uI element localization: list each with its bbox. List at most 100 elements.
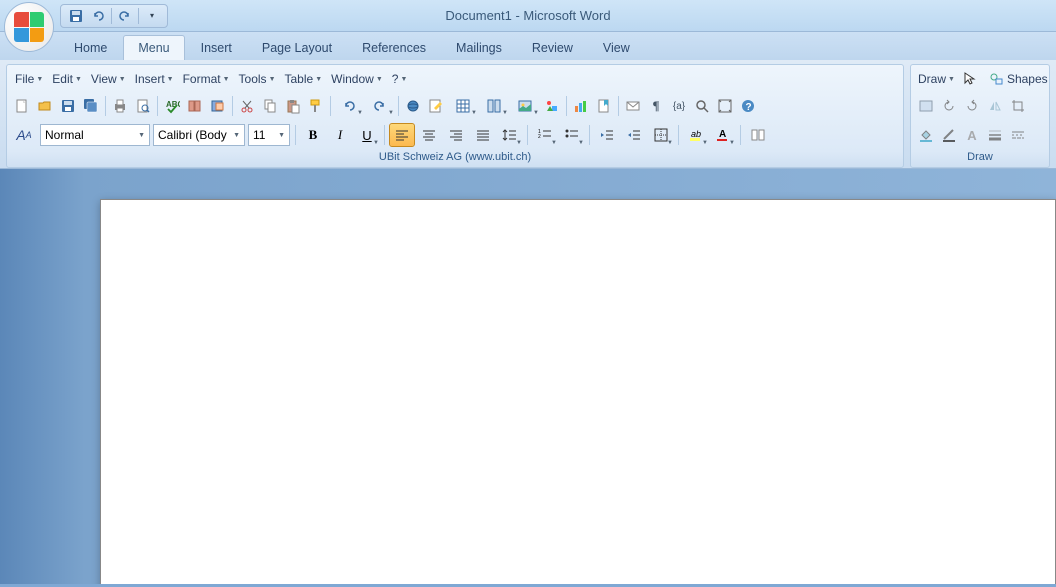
underline-button[interactable]: U▼ xyxy=(355,124,379,146)
draw-menu-row: Draw ▼ Shapes xyxy=(915,68,1045,90)
draw-menu-button[interactable]: Draw ▼ xyxy=(915,70,958,88)
cut-button[interactable] xyxy=(236,95,258,117)
office-logo-icon xyxy=(14,12,44,42)
font-size-dropdown[interactable]: 11▼ xyxy=(248,124,290,146)
reading-layout-button[interactable] xyxy=(746,124,770,146)
save-all-button[interactable] xyxy=(80,95,102,117)
copy-button[interactable] xyxy=(259,95,281,117)
paragraph-marks-button[interactable]: ¶ xyxy=(645,95,667,117)
italic-button[interactable]: I xyxy=(328,124,352,146)
draw-rotate-left-button[interactable] xyxy=(938,95,960,117)
line-color-button[interactable] xyxy=(938,124,960,146)
menu-edit[interactable]: Edit▼ xyxy=(48,70,86,88)
tab-menu[interactable]: Menu xyxy=(123,35,184,60)
qat-customize-button[interactable]: ▾ xyxy=(143,7,161,25)
fullscreen-button[interactable] xyxy=(714,95,736,117)
document-page[interactable] xyxy=(100,199,1056,584)
align-center-button[interactable] xyxy=(417,124,441,146)
tab-review[interactable]: Review xyxy=(518,36,587,60)
borders-button[interactable]: ▼ xyxy=(649,124,673,146)
qat-separator xyxy=(138,8,139,24)
font-color-button[interactable]: A▼ xyxy=(711,124,735,146)
research-button[interactable] xyxy=(184,95,206,117)
formatting-toolbar: AA Normal▼ Calibri (Body▼ 11▼ B I U▼ ▼ 1… xyxy=(11,122,899,148)
help-button[interactable]: ? xyxy=(737,95,759,117)
align-right-button[interactable] xyxy=(444,124,468,146)
qat-save-button[interactable] xyxy=(67,7,85,25)
paste-button[interactable] xyxy=(282,95,304,117)
draw-rotate-right-button[interactable] xyxy=(961,95,983,117)
menu-view[interactable]: View▼ xyxy=(87,70,130,88)
tab-mailings[interactable]: Mailings xyxy=(442,36,516,60)
menu-table[interactable]: Table▼ xyxy=(281,70,327,88)
menu-window[interactable]: Window▼ xyxy=(327,70,387,88)
font-dropdown[interactable]: Calibri (Body▼ xyxy=(153,124,245,146)
draw-img1-button[interactable] xyxy=(915,95,937,117)
tab-home[interactable]: Home xyxy=(60,36,121,60)
fill-color-button[interactable] xyxy=(915,124,937,146)
ribbon-tabs: Home Menu Insert Page Layout References … xyxy=(0,32,1056,60)
document-canvas[interactable] xyxy=(0,169,1056,584)
columns-button[interactable]: ▼ xyxy=(479,95,509,117)
highlight-button[interactable]: ab▼ xyxy=(684,124,708,146)
tab-page-layout[interactable]: Page Layout xyxy=(248,36,346,60)
draw-flip-button[interactable] xyxy=(984,95,1006,117)
group-footer-draw[interactable]: Draw xyxy=(915,149,1045,165)
picture-button[interactable]: ▼ xyxy=(510,95,540,117)
qat-undo-button[interactable] xyxy=(89,7,107,25)
open-button[interactable] xyxy=(34,95,56,117)
print-preview-button[interactable] xyxy=(132,95,154,117)
increase-indent-button[interactable] xyxy=(622,124,646,146)
tab-references[interactable]: References xyxy=(348,36,440,60)
decrease-indent-button[interactable] xyxy=(595,124,619,146)
svg-text:ab: ab xyxy=(691,129,701,139)
tab-insert[interactable]: Insert xyxy=(187,36,246,60)
text-color-button[interactable]: A xyxy=(961,124,983,146)
chart-button[interactable] xyxy=(570,95,592,117)
new-doc-button[interactable] xyxy=(11,95,33,117)
edit-button[interactable] xyxy=(425,95,447,117)
line-style-button[interactable] xyxy=(1007,124,1029,146)
format-painter-button[interactable] xyxy=(305,95,327,117)
line-weight-button[interactable] xyxy=(984,124,1006,146)
spelling-button[interactable]: ABC xyxy=(161,95,183,117)
thesaurus-button[interactable] xyxy=(207,95,229,117)
menu-format[interactable]: Format▼ xyxy=(179,70,234,88)
group-footer-main[interactable]: UBit Schweiz AG (www.ubit.ch) xyxy=(11,149,899,165)
tab-view[interactable]: View xyxy=(589,36,644,60)
draw-toolbar-row1 xyxy=(915,93,1045,119)
style-dropdown[interactable]: Normal▼ xyxy=(40,124,150,146)
bold-button[interactable]: B xyxy=(301,124,325,146)
classic-menu-row: File▼ Edit▼ View▼ Insert▼ Format▼ Tools▼… xyxy=(11,68,899,90)
menu-insert[interactable]: Insert▼ xyxy=(131,70,178,88)
save-button[interactable] xyxy=(57,95,79,117)
bookmark-button[interactable] xyxy=(593,95,615,117)
shapes-button[interactable]: Shapes xyxy=(986,69,1051,89)
menu-tools[interactable]: Tools▼ xyxy=(235,70,280,88)
print-button[interactable] xyxy=(109,95,131,117)
ribbon-body: File▼ Edit▼ View▼ Insert▼ Format▼ Tools▼… xyxy=(0,60,1056,169)
bullet-list-button[interactable]: ▼ xyxy=(560,124,584,146)
align-left-button[interactable] xyxy=(390,124,414,146)
menu-file[interactable]: File▼ xyxy=(11,70,47,88)
zoom-button[interactable] xyxy=(691,95,713,117)
office-button[interactable] xyxy=(4,2,54,52)
svg-text:A: A xyxy=(719,129,726,140)
select-objects-button[interactable] xyxy=(962,69,978,89)
qat-redo-button[interactable] xyxy=(116,7,134,25)
hyperlink-button[interactable] xyxy=(402,95,424,117)
undo-button[interactable]: ▼ xyxy=(334,95,364,117)
line-spacing-button[interactable]: ▼ xyxy=(498,124,522,146)
align-justify-button[interactable] xyxy=(471,124,495,146)
drawing-button[interactable] xyxy=(541,95,563,117)
insert-table-button[interactable]: ▼ xyxy=(448,95,478,117)
field-button[interactable]: {a} xyxy=(668,95,690,117)
envelope-button[interactable] xyxy=(622,95,644,117)
draw-crop-button[interactable] xyxy=(1007,95,1029,117)
font-grow-shrink-button[interactable]: AA xyxy=(11,124,37,146)
menu-help[interactable]: ?▼ xyxy=(388,70,412,88)
ribbon-group-draw: Draw ▼ Shapes A Draw xyxy=(910,64,1050,168)
numbered-list-button[interactable]: 12▼ xyxy=(533,124,557,146)
redo-button[interactable]: ▼ xyxy=(365,95,395,117)
window-title: Document1 - Microsoft Word xyxy=(445,8,610,23)
